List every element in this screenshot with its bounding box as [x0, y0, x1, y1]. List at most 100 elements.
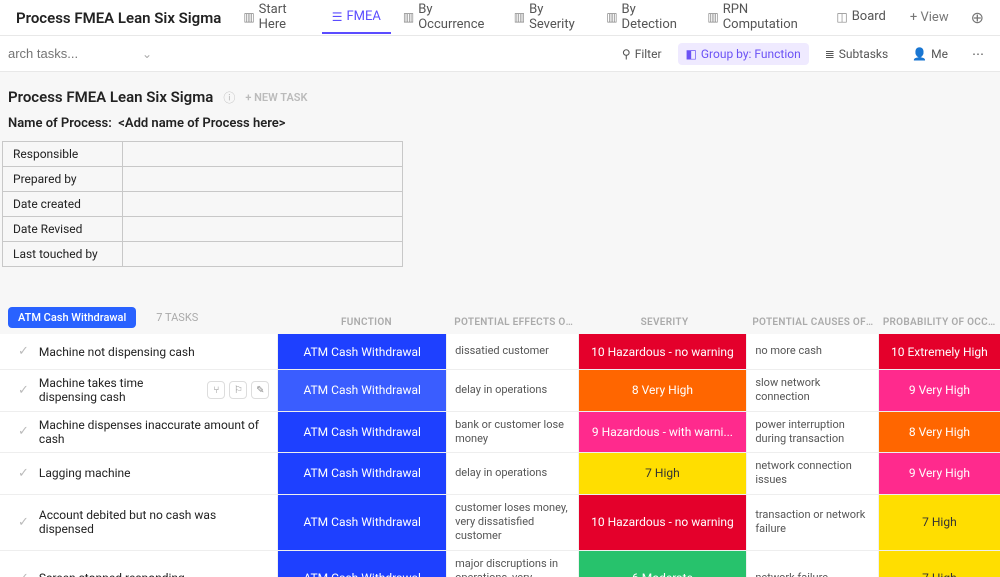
- task-row[interactable]: ✓ Account debited but no cash was dispens…: [0, 495, 1000, 551]
- prob-cell[interactable]: 9 Very High: [878, 370, 1000, 411]
- process-name-row: Name of Process: <Add name of Process he…: [0, 110, 1000, 141]
- effects-cell[interactable]: dissatied customer: [446, 334, 578, 369]
- group-icon: ◧: [686, 47, 697, 61]
- prob-cell[interactable]: 7 High: [878, 495, 1000, 550]
- meta-row: Last touched by: [3, 242, 403, 267]
- person-icon: 👤: [912, 47, 927, 61]
- causes-cell[interactable]: network failure: [746, 551, 878, 577]
- check-icon[interactable]: ✓: [18, 466, 29, 481]
- meta-value[interactable]: [123, 167, 403, 192]
- severity-cell[interactable]: 10 Hazardous - no warning: [578, 495, 747, 550]
- meta-key: Date Revised: [3, 217, 123, 242]
- meta-value[interactable]: [123, 192, 403, 217]
- severity-cell[interactable]: 7 High: [578, 453, 747, 494]
- severity-cell[interactable]: 6 Moderate: [578, 551, 747, 577]
- me-button[interactable]: 👤Me: [904, 43, 956, 65]
- tab-board[interactable]: ◫Board: [826, 1, 896, 34]
- causes-cell[interactable]: network connection issues: [746, 453, 878, 494]
- task-row[interactable]: ✓ Lagging machine ATM Cash Withdrawaldelay…: [0, 453, 1000, 495]
- more-icon[interactable]: ⋯: [964, 43, 992, 65]
- tab-icon: ◫: [836, 10, 847, 24]
- tab-icon: ☰: [332, 10, 343, 24]
- filter-button[interactable]: ⚲Filter: [614, 43, 670, 65]
- tab-by-detection[interactable]: ▥By Detection: [596, 0, 695, 42]
- col-function[interactable]: FUNCTION: [283, 317, 451, 328]
- meta-value[interactable]: [123, 142, 403, 167]
- meta-value[interactable]: [123, 217, 403, 242]
- meta-row: Date Revised: [3, 217, 403, 242]
- causes-cell[interactable]: no more cash: [746, 334, 878, 369]
- severity-cell[interactable]: 10 Hazardous - no warning: [578, 334, 747, 369]
- meta-row: Responsible: [3, 142, 403, 167]
- tab-icon: ▥: [514, 10, 525, 24]
- check-icon[interactable]: ✓: [18, 424, 29, 439]
- meta-key: Last touched by: [3, 242, 123, 267]
- severity-cell[interactable]: 8 Very High: [578, 370, 747, 411]
- tab-icon: ▥: [606, 10, 617, 24]
- add-view-button[interactable]: + View: [900, 2, 959, 33]
- tab-by-severity[interactable]: ▥By Severity: [504, 0, 594, 42]
- causes-cell[interactable]: power interruption during transaction: [746, 412, 878, 453]
- effects-cell[interactable]: delay in operations: [446, 370, 578, 411]
- function-cell[interactable]: ATM Cash Withdrawal: [277, 334, 446, 369]
- task-row[interactable]: ✓Machine not dispensing cashATM Cash Wit…: [0, 334, 1000, 370]
- page-title: Process FMEA Lean Six Sigma: [8, 9, 229, 27]
- new-task-button[interactable]: + NEW TASK: [245, 91, 307, 104]
- task-name: Lagging machine: [39, 466, 131, 480]
- subtasks-button[interactable]: ≣Subtasks: [817, 43, 896, 65]
- tab-fmea[interactable]: ☰FMEA: [322, 1, 391, 34]
- subtasks-icon: ≣: [825, 47, 835, 61]
- tab-rpn-computation[interactable]: ▥RPN Computation: [697, 0, 824, 42]
- task-row[interactable]: ✓Machine dispenses inaccurate amount of …: [0, 412, 1000, 454]
- col-severity[interactable]: SEVERITY: [581, 317, 749, 328]
- tag-icon[interactable]: ⚐: [229, 381, 247, 399]
- col-prob[interactable]: PROBABILITY OF OCCURRE...: [879, 317, 1000, 328]
- task-name: Screen stopped responding: [39, 571, 185, 577]
- col-causes[interactable]: POTENTIAL CAUSES OF FAILURE: [748, 317, 878, 328]
- causes-cell[interactable]: slow network connection: [746, 370, 878, 411]
- tab-start-here[interactable]: ▥Start Here: [233, 0, 319, 42]
- group-chip[interactable]: ATM Cash Withdrawal: [8, 307, 136, 328]
- content-area: Process FMEA Lean Six Sigma ⓘ + NEW TASK…: [0, 72, 1000, 577]
- meta-key: Responsible: [3, 142, 123, 167]
- check-icon[interactable]: ✓: [18, 344, 29, 359]
- causes-cell[interactable]: transaction or network failure: [746, 495, 878, 550]
- prob-cell[interactable]: 9 Very High: [878, 453, 1000, 494]
- check-icon[interactable]: ✓: [18, 383, 29, 398]
- effects-cell[interactable]: customer loses money, very dissatisfied …: [446, 495, 578, 550]
- filter-icon: ⚲: [622, 47, 631, 61]
- subtask-icon[interactable]: ⑂: [207, 381, 225, 399]
- section-header: Process FMEA Lean Six Sigma ⓘ + NEW TASK: [0, 84, 1000, 110]
- section-title: Process FMEA Lean Six Sigma: [8, 88, 213, 106]
- tab-icon: ▥: [243, 10, 254, 24]
- search-input[interactable]: [8, 46, 128, 61]
- function-cell[interactable]: ATM Cash Withdrawal: [277, 453, 446, 494]
- check-icon[interactable]: ✓: [18, 571, 29, 577]
- meta-table: ResponsiblePrepared byDate createdDate R…: [2, 141, 403, 267]
- task-name: Account debited but no cash was dispense…: [39, 508, 269, 536]
- top-bar: Process FMEA Lean Six Sigma ▥Start Here☰…: [0, 0, 1000, 36]
- prob-cell[interactable]: 7 High: [878, 551, 1000, 577]
- check-icon[interactable]: ✓: [18, 515, 29, 530]
- function-cell[interactable]: ATM Cash Withdrawal: [277, 370, 446, 411]
- function-cell[interactable]: ATM Cash Withdrawal: [277, 495, 446, 550]
- effects-cell[interactable]: major discruptions in operations, very d…: [446, 551, 578, 577]
- tab-by-occurrence[interactable]: ▥By Occurrence: [393, 0, 502, 42]
- effects-cell[interactable]: bank or customer lose money: [446, 412, 578, 453]
- robot-icon[interactable]: ⊕: [963, 2, 992, 33]
- prob-cell[interactable]: 10 Extremely High: [878, 334, 1000, 369]
- task-row[interactable]: ✓ Screen stopped responding ATM Cash Withd…: [0, 551, 1000, 577]
- info-icon[interactable]: ⓘ: [223, 89, 235, 106]
- edit-icon[interactable]: ✎: [251, 381, 269, 399]
- severity-cell[interactable]: 9 Hazardous - with warni...: [578, 412, 747, 453]
- meta-key: Prepared by: [3, 167, 123, 192]
- col-effects[interactable]: POTENTIAL EFFECTS OF FAILURE: [450, 317, 580, 328]
- group-by-button[interactable]: ◧Group by: Function: [678, 43, 809, 65]
- effects-cell[interactable]: delay in operations: [446, 453, 578, 494]
- chevron-down-icon[interactable]: ⌄: [136, 47, 158, 61]
- prob-cell[interactable]: 8 Very High: [878, 412, 1000, 453]
- task-row[interactable]: ✓Machine takes time dispensing cash⑂⚐✎AT…: [0, 370, 1000, 412]
- function-cell[interactable]: ATM Cash Withdrawal: [277, 412, 446, 453]
- function-cell[interactable]: ATM Cash Withdrawal: [277, 551, 446, 577]
- meta-value[interactable]: [123, 242, 403, 267]
